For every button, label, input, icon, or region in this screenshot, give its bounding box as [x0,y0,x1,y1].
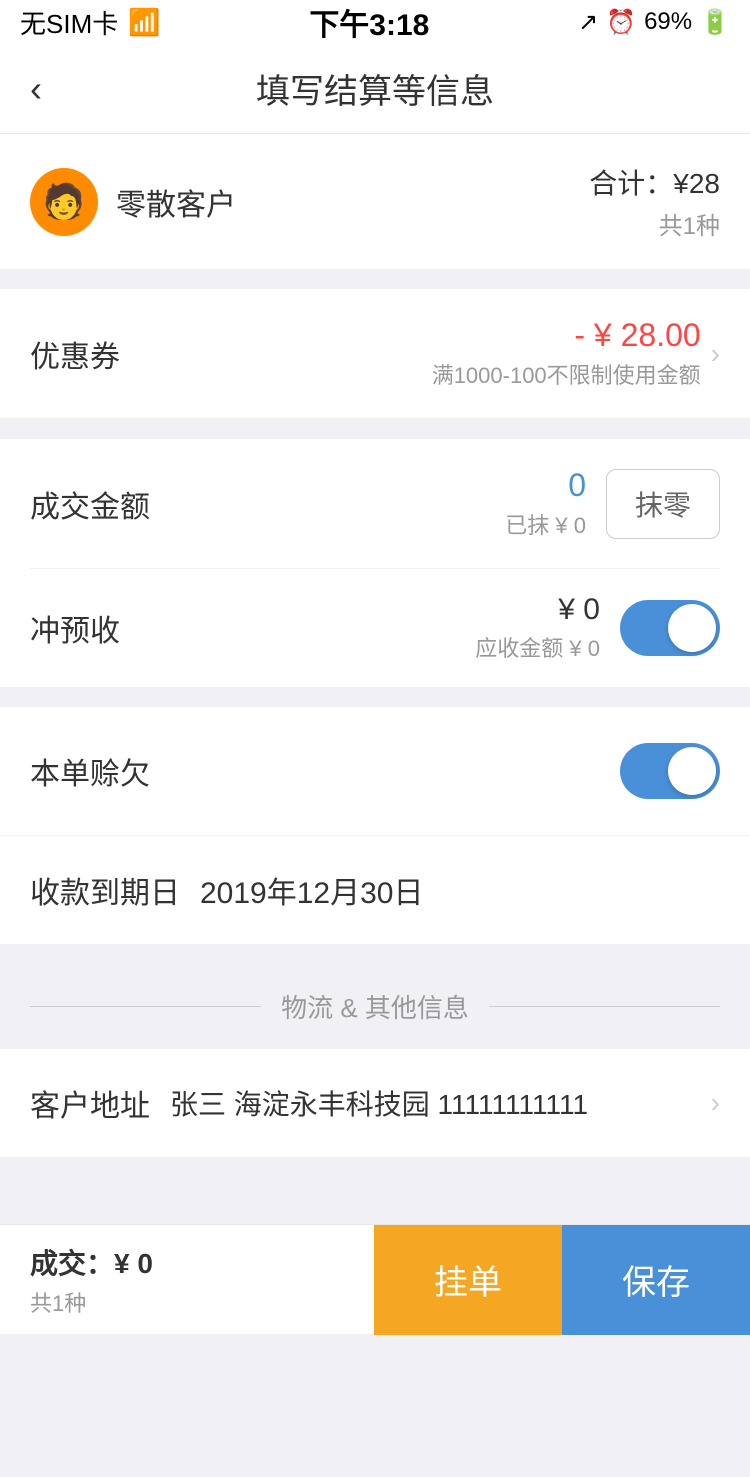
bottom-deal-value: ¥ 0 [114,1248,153,1279]
round-zero-button[interactable]: 抹零 [606,469,720,539]
toggle-knob [668,604,716,652]
bottom-deal: 成交：¥ 0 [30,1242,344,1282]
chevron-right-icon: › [711,338,720,370]
debt-toggle[interactable] [620,743,720,799]
divider-1 [0,269,750,289]
due-date-value: 2019年12月30日 [200,868,423,912]
debt-toggle-knob [668,747,716,795]
battery-icon: 🔋 [700,8,730,37]
wifi-icon: 📶 [128,7,160,38]
avatar: 🧑 [30,168,98,236]
bottom-summary: 成交：¥ 0 共1种 [0,1242,374,1318]
avatar-icon: 🧑 [43,182,85,222]
back-button[interactable]: ‹ [30,68,42,110]
logistics-divider: 物流 & 其他信息 [0,964,750,1049]
customer-total: 合计：¥28 [589,162,720,202]
due-date-label: 收款到期日 [30,868,180,912]
address-label: 客户地址 [30,1081,150,1125]
coupon-label: 优惠券 [30,332,120,376]
customer-name: 零散客户 [116,180,236,224]
page-title: 填写结算等信息 [256,64,494,113]
customer-count: 共1种 [589,206,720,241]
status-time: 下午3:18 [309,0,429,44]
debt-row: 本单赊欠 [0,707,750,835]
signal-text: 无SIM卡 [20,4,118,41]
deal-amount-sub: 已抹 ¥ 0 [505,508,586,540]
prepay-amount: ¥ 0 [475,593,600,627]
deal-amount-values: 0 已抹 ¥ 0 [505,467,586,540]
bottom-count: 共1种 [30,1286,344,1318]
save-button[interactable]: 保存 [562,1225,750,1335]
coupon-amount: - ¥ 28.00 [432,317,701,354]
customer-right: 合计：¥28 共1种 [589,162,720,241]
address-row[interactable]: 客户地址 张三 海淀永丰科技园 11111111111 › [0,1049,750,1157]
logistics-line-right [489,1006,720,1007]
divider-3 [0,687,750,707]
bottom-deal-label: 成交： [30,1248,114,1279]
status-bar: 无SIM卡 📶 下午3:18 ↗ ⏰ 69% 🔋 [0,0,750,44]
prepay-toggle[interactable] [620,600,720,656]
deal-amount-label: 成交金额 [30,482,150,526]
logistics-line-left [30,1006,261,1007]
prepay-row: 冲预收 ¥ 0 应收金额 ¥ 0 [30,569,720,687]
location-icon: ↗ [578,8,598,37]
hold-button[interactable]: 挂单 [374,1225,562,1335]
coupon-row[interactable]: 优惠券 - ¥ 28.00 满1000-100不限制使用金额 › [0,289,750,419]
coupon-info: - ¥ 28.00 满1000-100不限制使用金额 [432,317,701,390]
coupon-right: - ¥ 28.00 满1000-100不限制使用金额 › [432,317,720,390]
prepay-right: ¥ 0 应收金额 ¥ 0 [475,593,720,663]
deal-amount-right: 0 已抹 ¥ 0 抹零 [505,467,720,540]
address-chevron-icon: › [711,1087,720,1119]
customer-row: 🧑 零散客户 合计：¥28 共1种 [0,134,750,269]
customer-left: 🧑 零散客户 [30,168,236,236]
status-right: ↗ ⏰ 69% 🔋 [578,8,730,37]
status-left: 无SIM卡 📶 [20,4,161,41]
bottom-bar: 成交：¥ 0 共1种 挂单 保存 [0,1224,750,1334]
prepay-sub: 应收金额 ¥ 0 [475,631,600,663]
deal-amount-row: 成交金额 0 已抹 ¥ 0 抹零 [30,439,720,569]
divider-4 [0,944,750,964]
battery-text: 69% [644,8,692,36]
address-value: 张三 海淀永丰科技园 11111111111 [170,1083,711,1123]
due-date-row: 收款到期日 2019年12月30日 [0,835,750,944]
deal-amount-value: 0 [505,467,586,504]
nav-bar: ‹ 填写结算等信息 [0,44,750,134]
divider-2 [0,419,750,439]
prepay-label: 冲预收 [30,606,120,650]
alarm-icon: ⏰ [606,8,636,37]
deal-section: 成交金额 0 已抹 ¥ 0 抹零 冲预收 ¥ 0 应收金额 ¥ 0 [0,439,750,687]
customer-section: 🧑 零散客户 合计：¥28 共1种 [0,134,750,269]
logistics-text: 物流 & 其他信息 [261,988,489,1025]
debt-label: 本单赊欠 [30,749,150,793]
coupon-desc: 满1000-100不限制使用金额 [432,358,701,390]
prepay-info: ¥ 0 应收金额 ¥ 0 [475,593,600,663]
